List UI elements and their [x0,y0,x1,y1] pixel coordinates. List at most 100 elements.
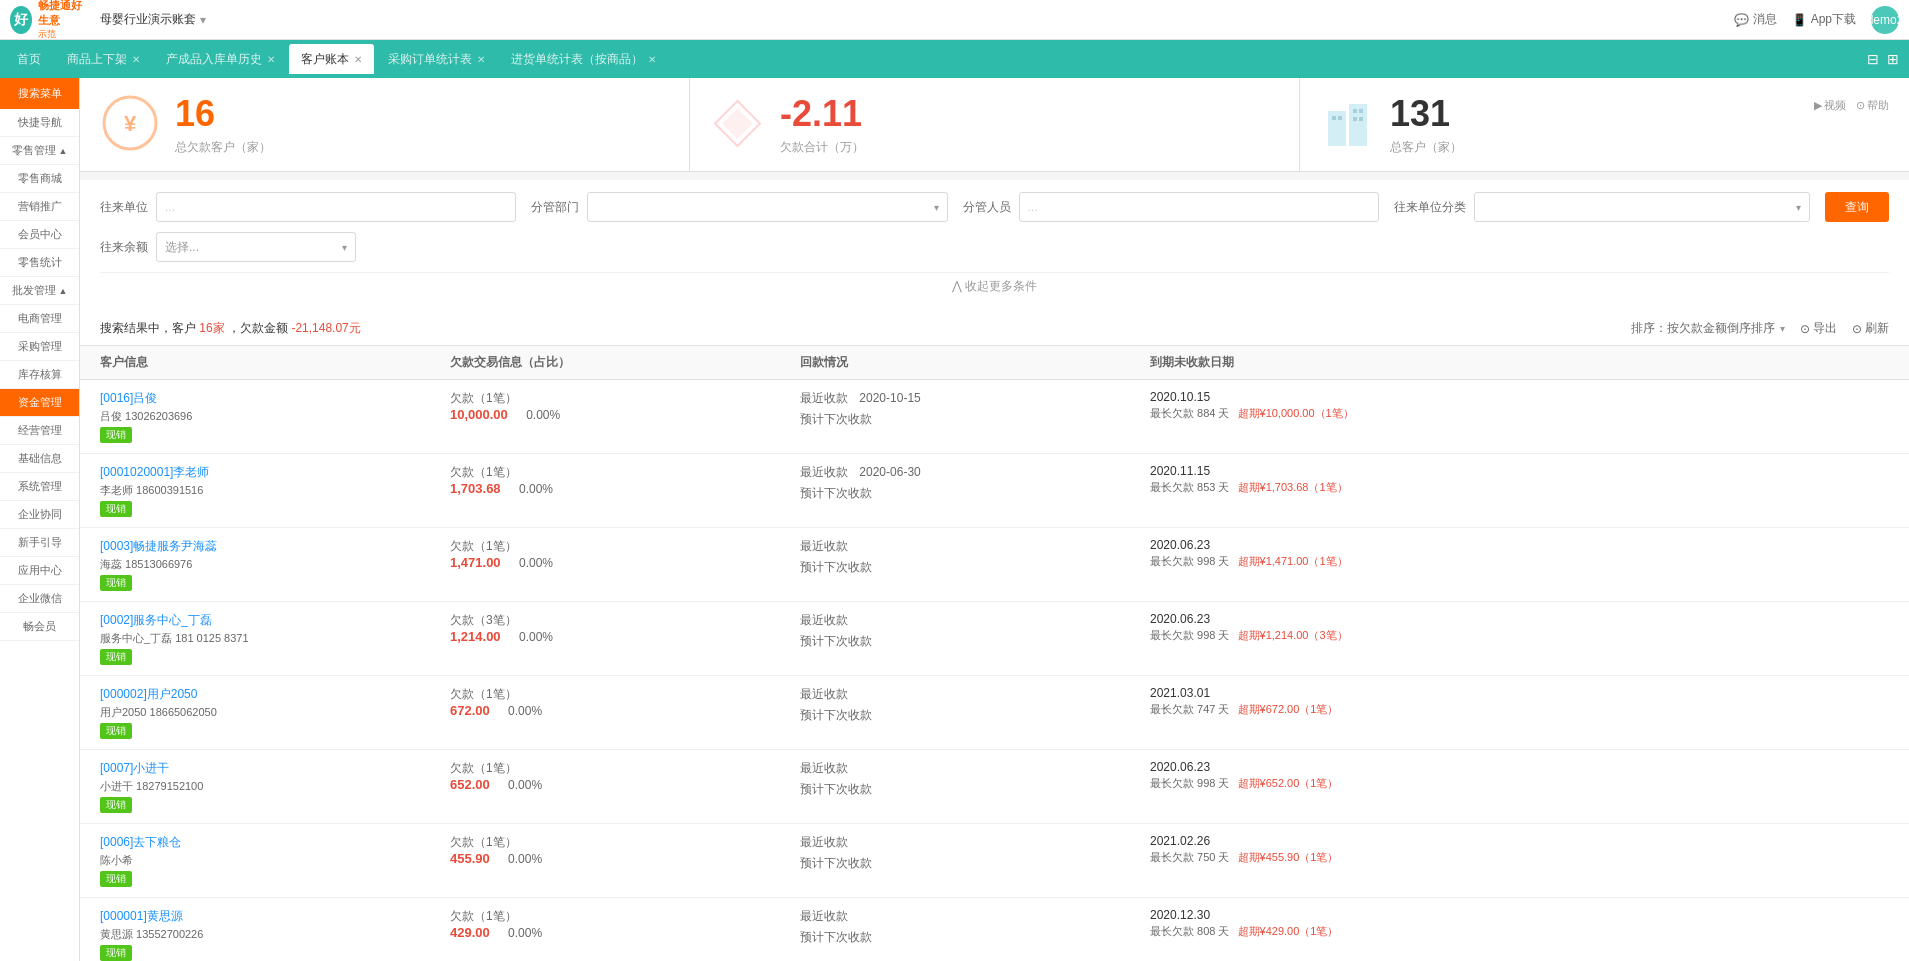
filter-from-unit-label: 往来单位 [100,199,148,216]
sidebar-item-finance[interactable]: 资金管理 [0,389,79,417]
video-btn[interactable]: ▶ 视频 [1814,98,1846,113]
customer-name-6[interactable]: [0006]去下粮仓 [100,834,450,851]
stat-icon-yuan: ¥ [100,93,160,156]
balance-select[interactable]: 选择... ▾ [156,232,356,262]
export-btn[interactable]: ⊙ 导出 [1800,320,1837,337]
tab-home[interactable]: 首页 [5,44,53,74]
sidebar-item-guide[interactable]: 新手引导 [0,529,79,557]
customer-info-1: [0001020001]李老师 李老师 18600391516 现销 [100,464,450,517]
table-header: 客户信息 欠款交易信息（占比） 回款情况 到期未收款日期 [80,346,1909,380]
customer-name-5[interactable]: [0007]小进干 [100,760,450,777]
filter-person-label: 分管人员 [963,199,1011,216]
col-header-overdue: 到期未收款日期 [1150,354,1889,371]
sidebar-item-enterprise[interactable]: 企业协同 [0,501,79,529]
stat-icon-building [1320,96,1375,154]
store-selector[interactable]: 母婴行业演示账套 ▾ [100,11,206,28]
sidebar-item-ecommerce[interactable]: 电商管理 [0,305,79,333]
tab-product-shelf[interactable]: 商品上下架 ✕ [55,44,152,74]
filter-person: 分管人员 ... [963,192,1379,222]
sidebar-item-retail-stats[interactable]: 零售统计 [0,249,79,277]
tab-close-2[interactable]: ✕ [267,54,275,65]
customer-info-7: [000001]黄思源 黄思源 13552700226 现销 [100,908,450,961]
tab-customer-account[interactable]: 客户账本 ✕ [289,44,374,74]
from-unit-input[interactable]: ... [156,192,516,222]
customer-info-5: [0007]小进干 小进干 18279152100 现销 [100,760,450,813]
customer-phone-2: 海蕊 18513066976 [100,557,450,572]
debt-info-0: 欠款（1笔） 10,000.00 0.00% [450,390,800,422]
tab-close-4[interactable]: ✕ [477,54,485,65]
overdue-info-3: 2020.06.23 最长欠款 998 天 超期¥1,214.00（3笔） [1150,612,1889,643]
stat-total-debt: -2.11 欠款合计（万） [690,78,1300,171]
sidebar-item-system[interactable]: 系统管理 [0,473,79,501]
person-input[interactable]: ... [1019,192,1379,222]
debt-info-3: 欠款（3笔） 1,214.00 0.00% [450,612,800,644]
sidebar-search[interactable]: 搜索菜单 [0,78,79,109]
collapse-more-btn[interactable]: ⋀ 收起更多条件 [100,272,1889,300]
maximize-icon[interactable]: ⊞ [1887,51,1899,67]
unit-class-select[interactable]: ▾ [1474,192,1810,222]
collection-info-4: 最近收款 预计下次收款 [800,686,1150,724]
store-name: 母婴行业演示账套 [100,11,196,28]
query-button[interactable]: 查询 [1825,192,1889,222]
sidebar-item-business[interactable]: 经营管理 [0,417,79,445]
tab-stock-history[interactable]: 产成品入库单历史 ✕ [154,44,287,74]
dept-select[interactable]: ▾ [587,192,947,222]
col-header-customer: 客户信息 [100,354,450,371]
stat-label-1: 总欠款客户（家） [175,139,271,156]
sidebar-item-member[interactable]: 会员中心 [0,221,79,249]
tab-close-3[interactable]: ✕ [354,54,362,65]
stats-row: ¥ 16 总欠款客户（家） [80,78,1909,172]
message-btn[interactable]: 💬 消息 [1734,11,1777,28]
video-icon: ▶ [1814,99,1822,112]
tab-purchase-stats[interactable]: 采购订单统计表 ✕ [376,44,497,74]
overdue-info-0: 2020.10.15 最长欠款 884 天 超期¥10,000.00（1笔） [1150,390,1889,421]
sort-label: 排序：按欠款金额倒序排序 [1631,320,1775,337]
debt-info-7: 欠款（1笔） 429.00 0.00% [450,908,800,940]
sidebar-item-wechat[interactable]: 企业微信 [0,585,79,613]
stat-total-customers: 131 总客户（家） ▶ 视频 ⊙ 帮助 [1300,78,1909,171]
sidebar-item-retail-mgmt[interactable]: 零售管理 ▲ [0,137,79,165]
customer-name-1[interactable]: [0001020001]李老师 [100,464,450,481]
sidebar-nav[interactable]: 快捷导航 [0,109,79,137]
svg-text:¥: ¥ [124,111,137,136]
customer-tag-7: 现销 [100,945,132,961]
debt-info-4: 欠款（1笔） 672.00 0.00% [450,686,800,718]
mobile-icon: 📱 [1792,13,1807,27]
avatar[interactable]: demo2 [1871,6,1899,34]
app-wrapper: 好 畅捷通好生意 示范 母婴行业演示账套 ▾ 💬 消息 📱 App下载 demo… [0,0,1909,961]
customer-name-2[interactable]: [0003]畅捷服务尹海蕊 [100,538,450,555]
table-row: [000001]黄思源 黄思源 13552700226 现销 欠款（1笔） 42… [80,898,1909,961]
stat-content-1: 16 总欠款客户（家） [175,93,271,156]
refresh-btn[interactable]: ⊙ 刷新 [1852,320,1889,337]
collapse-icon: ⋀ [952,279,962,293]
sort-selector[interactable]: 排序：按欠款金额倒序排序 ▾ [1631,320,1785,337]
sidebar-item-app-center[interactable]: 应用中心 [0,557,79,585]
app-download-btn[interactable]: 📱 App下载 [1792,11,1856,28]
sidebar-item-marketing[interactable]: 营销推广 [0,193,79,221]
sidebar-item-purchase[interactable]: 采购管理 [0,333,79,361]
sidebar-item-basic-info[interactable]: 基础信息 [0,445,79,473]
help-btn[interactable]: ⊙ 帮助 [1856,98,1889,113]
sidebar-item-wholesale[interactable]: 批发管理 ▲ [0,277,79,305]
main-layout: 搜索菜单 快捷导航 零售管理 ▲ 零售商城 营销推广 会员中心 零售统计 批发管… [0,78,1909,961]
stat-label-3: 总客户（家） [1390,139,1462,156]
sidebar-item-vip[interactable]: 畅会员 [0,613,79,641]
tab-close-1[interactable]: ✕ [132,54,140,65]
collection-info-6: 最近收款 预计下次收款 [800,834,1150,872]
tab-close-5[interactable]: ✕ [648,54,656,65]
sidebar-item-inventory[interactable]: 库存核算 [0,361,79,389]
stat-value-2: -2.11 [780,93,864,135]
customer-info-3: [0002]服务中心_丁磊 服务中心_丁磊 181 0125 8371 现销 [100,612,450,665]
customer-name-4[interactable]: [000002]用户2050 [100,686,450,703]
sidebar-item-retail-mall[interactable]: 零售商城 [0,165,79,193]
tab-stock-stats[interactable]: 进货单统计表（按商品） ✕ [499,44,668,74]
customer-name-3[interactable]: [0002]服务中心_丁磊 [100,612,450,629]
minimize-icon[interactable]: ⊟ [1867,51,1879,67]
results-actions: 排序：按欠款金额倒序排序 ▾ ⊙ 导出 ⊙ 刷新 [1631,320,1889,337]
collection-info-2: 最近收款 预计下次收款 [800,538,1150,576]
customer-name-7[interactable]: [000001]黄思源 [100,908,450,925]
customer-tag-1: 现销 [100,501,132,517]
table-row: [0001020001]李老师 李老师 18600391516 现销 欠款（1笔… [80,454,1909,528]
customer-name-0[interactable]: [0016]吕俊 [100,390,450,407]
table-row: [0007]小进干 小进干 18279152100 现销 欠款（1笔） 652.… [80,750,1909,824]
